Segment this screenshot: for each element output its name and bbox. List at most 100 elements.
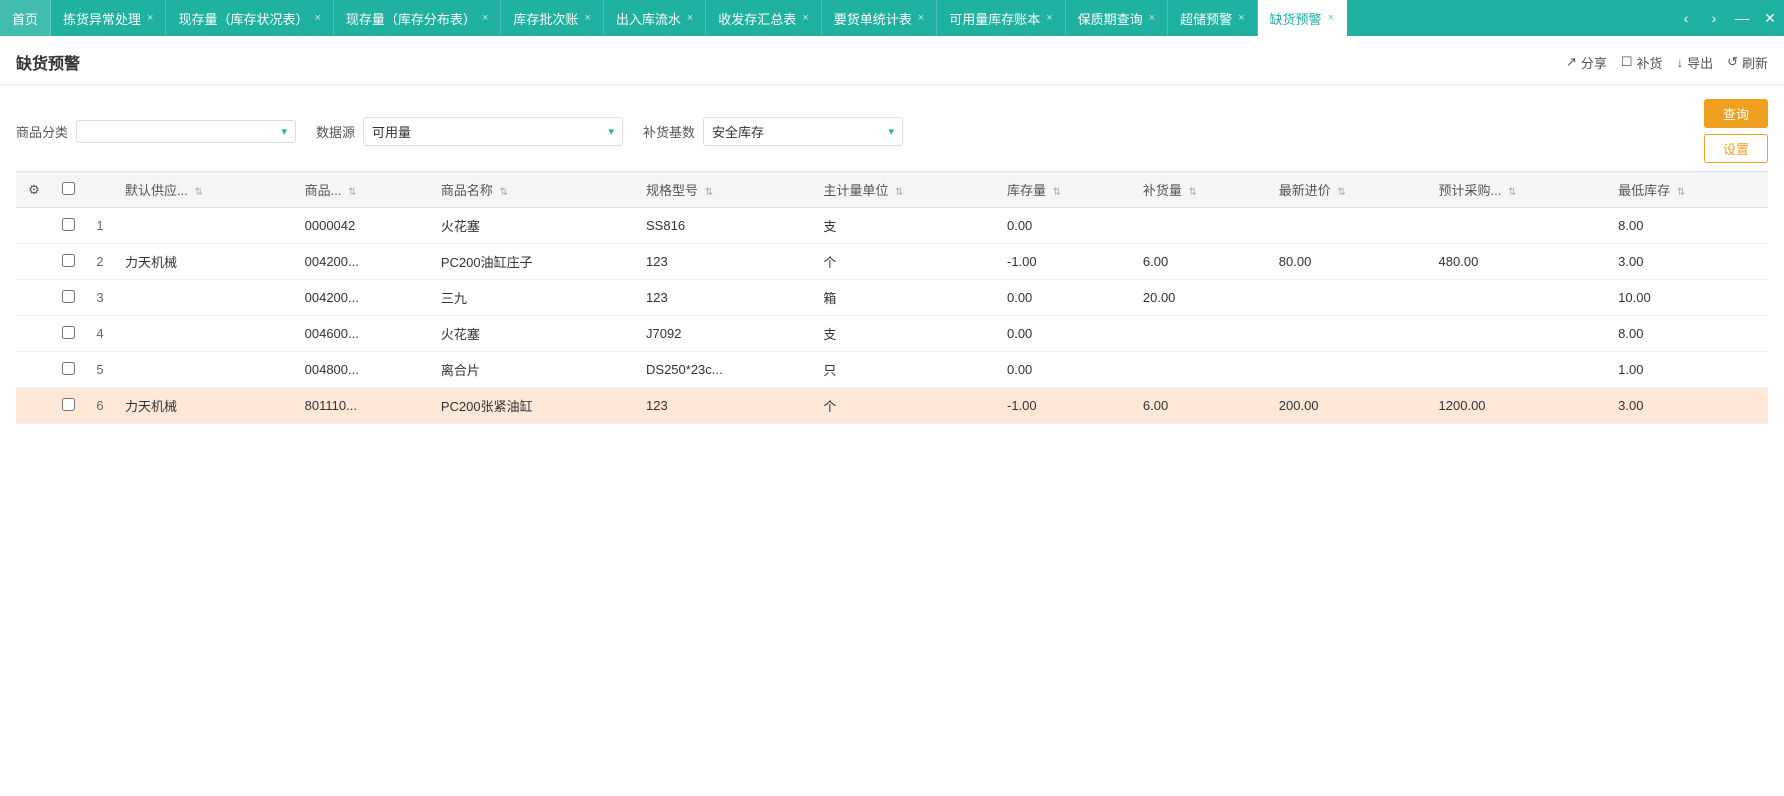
column-min-stock[interactable]: 最低库存 ⇅ bbox=[1608, 172, 1768, 208]
tab-inout[interactable]: 出入库流水 × bbox=[604, 0, 706, 36]
share-button[interactable]: ↗ 分享 bbox=[1566, 53, 1607, 72]
row-name-1: 火花塞 bbox=[431, 208, 636, 244]
replenish-base-filter-group: 补货基数 安全库存 ▾ bbox=[643, 117, 903, 146]
filter-bar: 商品分类 ▾ 数据源 可用量 ▾ 补货基数 安全库存 ▾ 查询 设置 bbox=[0, 85, 1784, 171]
row-checkbox-cell-2[interactable] bbox=[52, 244, 85, 280]
page-content: 缺货预警 ↗ 分享 ☐ 补货 ↓ 导出 ↺ 刷新 商品分类 bbox=[0, 36, 1784, 796]
sort-code-icon: ⇅ bbox=[348, 187, 356, 198]
table-row: 6 力天机械 801110... PC200张紧油缸 123 个 -1.00 6… bbox=[16, 388, 1768, 424]
column-spec[interactable]: 规格型号 ⇅ bbox=[636, 172, 813, 208]
page-header: 缺货预警 ↗ 分享 ☐ 补货 ↓ 导出 ↺ 刷新 bbox=[0, 36, 1784, 85]
close-tab-inventory-status[interactable]: × bbox=[314, 12, 320, 24]
column-latest-price[interactable]: 最新进价 ⇅ bbox=[1269, 172, 1429, 208]
tab-picking[interactable]: 拣货异常处理 × bbox=[51, 0, 166, 36]
table-header-row: ⚙ 默认供应... ⇅ 商品... ⇅ 商品名称 bbox=[16, 172, 1768, 208]
close-tab-summary[interactable]: × bbox=[802, 12, 808, 24]
row-checkbox-cell-4[interactable] bbox=[52, 316, 85, 352]
row-unit-3: 箱 bbox=[813, 280, 997, 316]
replenish-base-chevron-icon: ▾ bbox=[889, 125, 895, 138]
row-checkbox-4[interactable] bbox=[62, 326, 75, 339]
replenish-icon: ☐ bbox=[1621, 54, 1633, 70]
row-supplier-5 bbox=[115, 352, 295, 388]
close-tab-inventory-dist[interactable]: × bbox=[482, 12, 488, 24]
close-tab-overstock[interactable]: × bbox=[1238, 12, 1244, 24]
column-supplier[interactable]: 默认供应... ⇅ bbox=[115, 172, 295, 208]
query-button[interactable]: 查询 bbox=[1704, 99, 1768, 128]
settings-button[interactable]: 设置 bbox=[1704, 134, 1768, 163]
page-title: 缺货预警 bbox=[16, 50, 80, 74]
column-checkbox[interactable] bbox=[52, 172, 85, 208]
row-num-6: 6 bbox=[85, 388, 115, 424]
column-estimated-purchase[interactable]: 预计采购... ⇅ bbox=[1429, 172, 1609, 208]
export-button[interactable]: ↓ 导出 bbox=[1677, 53, 1714, 72]
tab-inventory-dist[interactable]: 现存量（库存分布表） × bbox=[334, 0, 501, 36]
tab-home[interactable]: 首页 bbox=[0, 0, 51, 36]
tab-expiry[interactable]: 保质期查询 × bbox=[1066, 0, 1168, 36]
replenish-base-select[interactable]: 安全库存 ▾ bbox=[703, 117, 903, 146]
sort-stock-icon: ⇅ bbox=[1053, 187, 1061, 198]
close-tab-picking[interactable]: × bbox=[147, 12, 153, 24]
tab-shortage[interactable]: 缺货预警 × bbox=[1258, 0, 1347, 36]
sort-latest-price-icon: ⇅ bbox=[1337, 187, 1345, 198]
refresh-button[interactable]: ↺ 刷新 bbox=[1727, 53, 1768, 72]
close-tab-expiry[interactable]: × bbox=[1149, 12, 1155, 24]
header-actions: ↗ 分享 ☐ 补货 ↓ 导出 ↺ 刷新 bbox=[1566, 53, 1768, 72]
row-replenish-5 bbox=[1133, 352, 1269, 388]
row-settings-2 bbox=[16, 244, 52, 280]
column-name[interactable]: 商品名称 ⇅ bbox=[431, 172, 636, 208]
column-unit[interactable]: 主计量单位 ⇅ bbox=[813, 172, 997, 208]
row-estimated-purchase-4 bbox=[1429, 316, 1609, 352]
tab-summary[interactable]: 收发存汇总表 × bbox=[706, 0, 821, 36]
gear-icon: ⚙ bbox=[28, 182, 40, 197]
nav-arrow-left[interactable]: ‹ bbox=[1672, 0, 1700, 36]
row-supplier-3 bbox=[115, 280, 295, 316]
close-tab-inout[interactable]: × bbox=[687, 12, 693, 24]
column-stock[interactable]: 库存量 ⇅ bbox=[997, 172, 1133, 208]
category-select[interactable]: ▾ bbox=[76, 120, 296, 143]
category-filter-group: 商品分类 ▾ bbox=[16, 120, 296, 143]
close-tab-available[interactable]: × bbox=[1046, 12, 1052, 24]
row-spec-5: DS250*23c... bbox=[636, 352, 813, 388]
row-checkbox-2[interactable] bbox=[62, 254, 75, 267]
tab-batch[interactable]: 库存批次账 × bbox=[501, 0, 603, 36]
row-unit-1: 支 bbox=[813, 208, 997, 244]
column-code[interactable]: 商品... ⇅ bbox=[295, 172, 431, 208]
row-checkbox-cell-1[interactable] bbox=[52, 208, 85, 244]
category-label: 商品分类 bbox=[16, 122, 68, 141]
close-tab-batch[interactable]: × bbox=[584, 12, 590, 24]
close-tab-requisition[interactable]: × bbox=[918, 12, 924, 24]
row-checkbox-1[interactable] bbox=[62, 218, 75, 231]
tab-overstock[interactable]: 超储预警 × bbox=[1168, 0, 1257, 36]
close-tab-shortage[interactable]: × bbox=[1328, 12, 1334, 24]
row-code-2: 004200... bbox=[295, 244, 431, 280]
row-checkbox-cell-3[interactable] bbox=[52, 280, 85, 316]
nav-pin[interactable]: — bbox=[1728, 0, 1756, 36]
tab-inventory-status[interactable]: 现存量（库存状况表） × bbox=[166, 0, 333, 36]
row-name-5: 离合片 bbox=[431, 352, 636, 388]
row-latest-price-6: 200.00 bbox=[1269, 388, 1429, 424]
row-min-stock-6: 3.00 bbox=[1608, 388, 1768, 424]
row-latest-price-4 bbox=[1269, 316, 1429, 352]
row-min-stock-1: 8.00 bbox=[1608, 208, 1768, 244]
row-checkbox-3[interactable] bbox=[62, 290, 75, 303]
row-checkbox-cell-6[interactable] bbox=[52, 388, 85, 424]
nav-arrow-right[interactable]: › bbox=[1700, 0, 1728, 36]
column-settings[interactable]: ⚙ bbox=[16, 172, 52, 208]
tab-available[interactable]: 可用量库存账本 × bbox=[937, 0, 1065, 36]
datasource-select[interactable]: 可用量 ▾ bbox=[363, 117, 623, 146]
row-num-5: 5 bbox=[85, 352, 115, 388]
nav-arrows: ‹ › — ✕ bbox=[1672, 0, 1784, 36]
row-checkbox-cell-5[interactable] bbox=[52, 352, 85, 388]
select-all-checkbox[interactable] bbox=[62, 182, 75, 195]
column-replenish[interactable]: 补货量 ⇅ bbox=[1133, 172, 1269, 208]
replenish-button[interactable]: ☐ 补货 bbox=[1621, 53, 1663, 72]
row-settings-3 bbox=[16, 280, 52, 316]
row-estimated-purchase-2: 480.00 bbox=[1429, 244, 1609, 280]
row-checkbox-6[interactable] bbox=[62, 398, 75, 411]
row-unit-4: 支 bbox=[813, 316, 997, 352]
table-body: 1 0000042 火花塞 SS816 支 0.00 8.00 2 力天机械 0… bbox=[16, 208, 1768, 424]
row-checkbox-5[interactable] bbox=[62, 362, 75, 375]
tab-requisition[interactable]: 要货单统计表 × bbox=[822, 0, 937, 36]
row-stock-1: 0.00 bbox=[997, 208, 1133, 244]
nav-close-all[interactable]: ✕ bbox=[1756, 0, 1784, 36]
